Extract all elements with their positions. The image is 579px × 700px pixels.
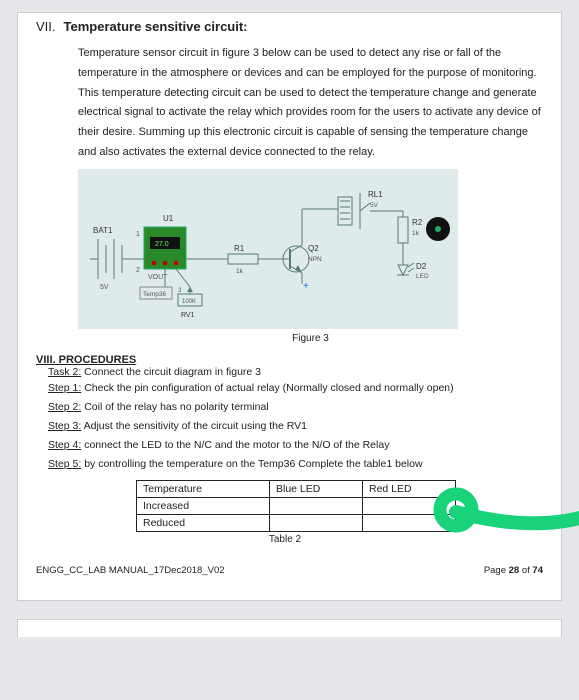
svg-text:LED: LED <box>416 273 429 280</box>
svg-text:BAT1: BAT1 <box>93 226 113 235</box>
table-2-wrap: Temperature Blue LED Red LED Increased R… <box>136 480 543 545</box>
step-1: Step 1: Check the pin configuration of a… <box>48 382 543 394</box>
svg-text:100K: 100K <box>182 299 196 305</box>
document-page: VII. Temperature sensitive circuit: Tempe… <box>17 12 562 601</box>
svg-text:1k: 1k <box>412 230 420 237</box>
svg-text:R2: R2 <box>412 218 423 227</box>
svg-text:Temp36: Temp36 <box>143 291 167 298</box>
svg-text:Q2: Q2 <box>308 244 319 253</box>
svg-text:U1: U1 <box>163 214 174 223</box>
figure-caption: Figure 3 <box>78 333 543 344</box>
section-heading: VII. Temperature sensitive circuit: <box>36 19 543 34</box>
footer-right: Page 28 of 74 <box>484 565 543 576</box>
task-label: Task 2: <box>48 366 81 378</box>
table-2: Temperature Blue LED Red LED Increased R… <box>136 480 456 532</box>
task-2: Task 2: Connect the circuit diagram in f… <box>48 366 543 378</box>
step-2: Step 2: Coil of the relay has no polarit… <box>48 401 543 413</box>
svg-text:1k: 1k <box>236 268 244 275</box>
svg-text:27.0: 27.0 <box>155 241 169 248</box>
svg-text:RL1: RL1 <box>368 190 383 199</box>
circuit-diagram: BAT1 5V 27.0 U1 VOUT Temp36 RV1 3100K R1… <box>78 169 458 329</box>
table-row: Increased <box>137 497 456 514</box>
col-temperature: Temperature <box>137 480 270 497</box>
svg-text:1: 1 <box>136 231 140 238</box>
step-3: Step 3: Adjust the sensitivity of the ci… <box>48 420 543 432</box>
table-row: Reduced <box>137 514 456 531</box>
svg-text:D2: D2 <box>416 262 427 271</box>
task-text: Connect the circuit diagram in figure 3 <box>81 366 261 378</box>
page-footer: ENGG_CC_LAB MANUAL_17Dec2018_V02 Page 28… <box>36 565 543 576</box>
next-page-peek <box>17 619 562 637</box>
svg-text:2: 2 <box>136 267 140 274</box>
figure-3: BAT1 5V 27.0 U1 VOUT Temp36 RV1 3100K R1… <box>78 169 543 344</box>
step-4: Step 4: connect the LED to the N/C and t… <box>48 439 543 451</box>
svg-text:NPN: NPN <box>308 256 322 263</box>
table-row: Temperature Blue LED Red LED <box>137 480 456 497</box>
footer-left: ENGG_CC_LAB MANUAL_17Dec2018_V02 <box>36 565 225 576</box>
step-5: Step 5: by controlling the temperature o… <box>48 458 543 470</box>
svg-text:R1: R1 <box>234 244 245 253</box>
svg-text:5V: 5V <box>100 284 109 291</box>
procedures-heading: VIII. PROCEDURES <box>36 354 543 366</box>
section-title: Temperature sensitive circuit: <box>64 19 248 34</box>
intro-paragraph: Temperature sensor circuit in figure 3 b… <box>78 44 543 163</box>
table-caption: Table 2 <box>136 534 434 545</box>
svg-text:5V: 5V <box>370 202 379 209</box>
svg-text:+: + <box>303 281 309 292</box>
col-red-led: Red LED <box>363 480 456 497</box>
svg-text:RV1: RV1 <box>181 312 195 319</box>
section-number: VII. <box>36 19 56 34</box>
col-blue-led: Blue LED <box>270 480 363 497</box>
